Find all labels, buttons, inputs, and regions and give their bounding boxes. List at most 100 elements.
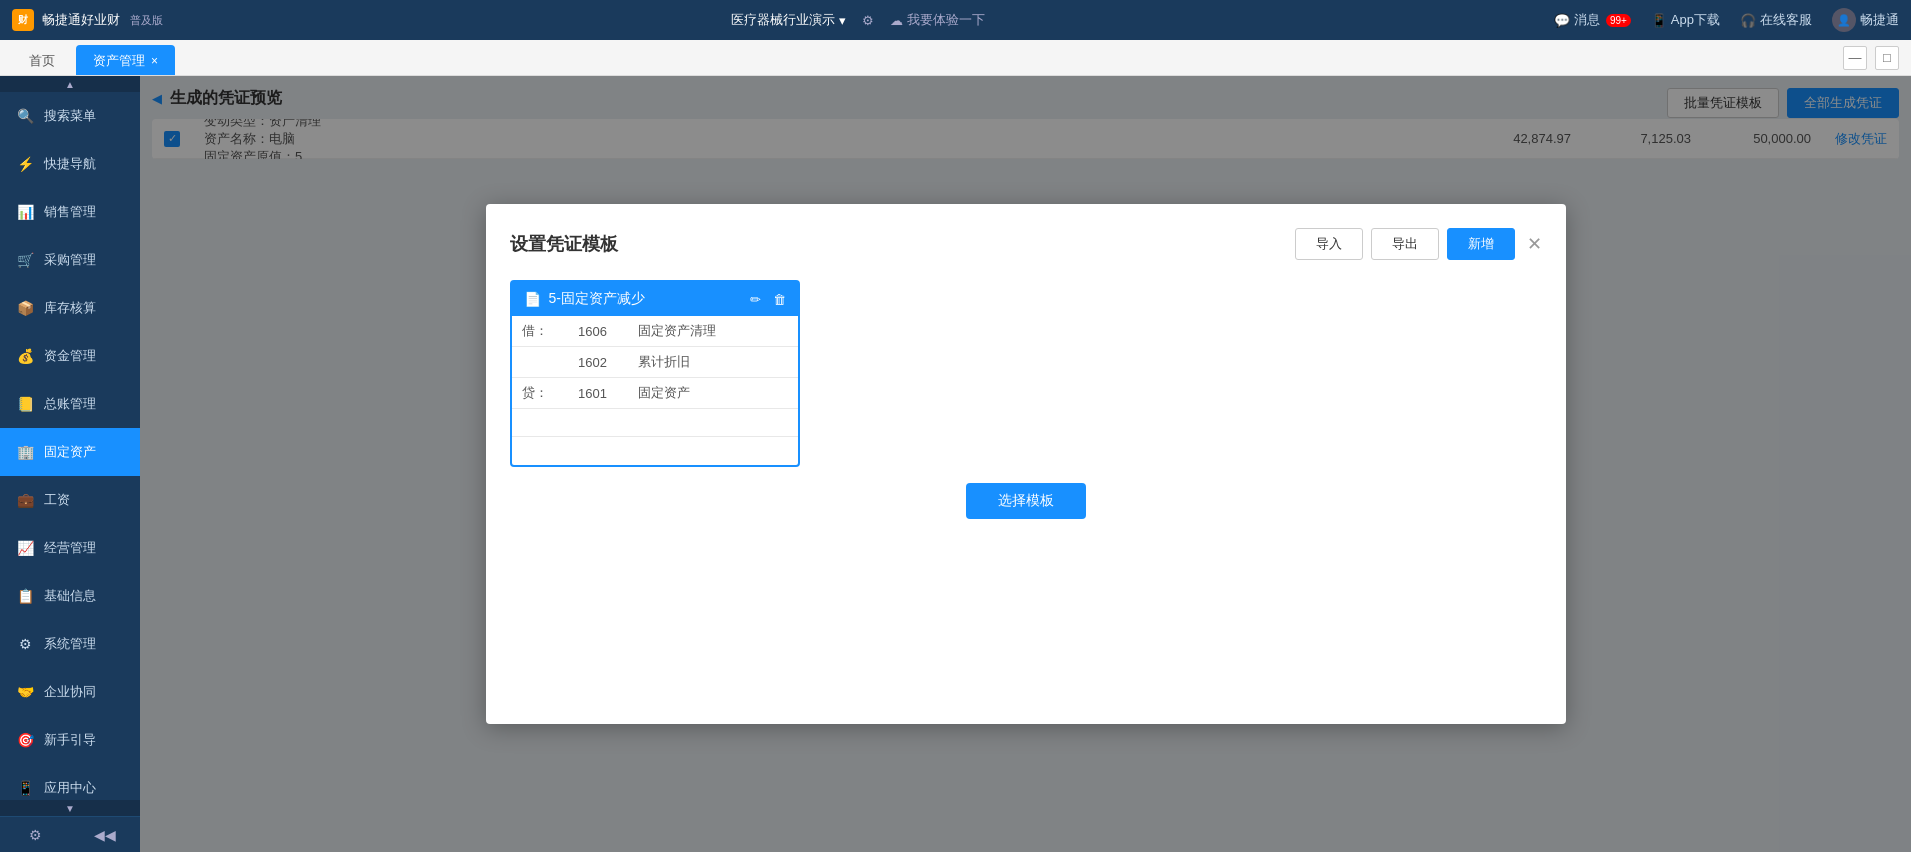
version-badge: 普及版	[130, 13, 163, 28]
entry-debit-2	[748, 347, 773, 378]
trial-label: 我要体验一下	[907, 11, 985, 29]
payroll-icon: 💼	[16, 491, 34, 509]
template-empty-row	[512, 409, 798, 437]
message-icon: 💬	[1554, 13, 1570, 28]
template-empty-row	[512, 437, 798, 465]
window-maximize-button[interactable]: □	[1875, 46, 1899, 70]
sidebar-item-basic-info-label: 基础信息	[44, 587, 96, 605]
ledger-icon: 📒	[16, 395, 34, 413]
app-center-icon: 📱	[16, 779, 34, 797]
template-card-title-area: 📄 5-固定资产减少	[524, 290, 645, 308]
sidebar-item-guide[interactable]: 🎯 新手引导	[0, 716, 140, 764]
app-download-label: App下载	[1671, 11, 1720, 29]
company-selector[interactable]: 医疗器械行业演示 ▾	[731, 11, 846, 29]
sidebar-items: 🔍 搜索菜单 ⚡ 快捷导航 📊 销售管理 🛒 采购管理 📦 库存核算 💰	[0, 92, 140, 800]
online-service-button[interactable]: 🎧 在线客服	[1740, 11, 1812, 29]
headset-icon: 🎧	[1740, 13, 1756, 28]
template-card-actions: ✏ 🗑	[750, 292, 786, 307]
modal-close-button[interactable]: ✕	[1527, 233, 1542, 255]
entry-side-2	[512, 347, 568, 378]
sales-icon: 📊	[16, 203, 34, 221]
tab-close-icon[interactable]: ×	[151, 54, 158, 68]
template-document-icon: 📄	[524, 291, 541, 307]
sidebar-item-finance-label: 资金管理	[44, 347, 96, 365]
template-entry-row: 贷： 1601 固定资产	[512, 378, 798, 409]
entry-debit-1	[748, 316, 773, 347]
sidebar-item-fixed-assets-label: 固定资产	[44, 443, 96, 461]
sidebar-item-operations[interactable]: 📈 经营管理	[0, 524, 140, 572]
export-button[interactable]: 导出	[1371, 228, 1439, 260]
sidebar-item-purchase[interactable]: 🛒 采购管理	[0, 236, 140, 284]
sidebar-scroll-up[interactable]: ▲	[0, 76, 140, 92]
tab-home-label: 首页	[29, 52, 55, 70]
template-entries-table: 借： 1606 固定资产清理 1602 累计折旧	[512, 316, 798, 465]
messages-label: 消息	[1574, 11, 1600, 29]
sidebar-settings-button[interactable]: ⚙	[0, 817, 70, 852]
avatar: 👤	[1832, 8, 1856, 32]
sidebar-item-app-center-label: 应用中心	[44, 779, 96, 797]
template-card-header: 📄 5-固定资产减少 ✏ 🗑	[512, 282, 798, 316]
sidebar-item-app-center[interactable]: 📱 应用中心	[0, 764, 140, 800]
main-layout: ▲ 🔍 搜索菜单 ⚡ 快捷导航 📊 销售管理 🛒 采购管理 📦 库存核算	[0, 76, 1911, 852]
inventory-icon: 📦	[16, 299, 34, 317]
sidebar-item-operations-label: 经营管理	[44, 539, 96, 557]
sidebar: ▲ 🔍 搜索菜单 ⚡ 快捷导航 📊 销售管理 🛒 采购管理 📦 库存核算	[0, 76, 140, 852]
guide-icon: 🎯	[16, 731, 34, 749]
window-minimize-button[interactable]: —	[1843, 46, 1867, 70]
sidebar-item-finance[interactable]: 💰 资金管理	[0, 332, 140, 380]
tab-home[interactable]: 首页	[12, 45, 72, 75]
sidebar-item-system-label: 系统管理	[44, 635, 96, 653]
select-template-area: 选择模板	[510, 483, 1542, 519]
template-entry-row: 借： 1606 固定资产清理	[512, 316, 798, 347]
sidebar-item-ledger[interactable]: 📒 总账管理	[0, 380, 140, 428]
sidebar-collapse-button[interactable]: ◀◀	[70, 817, 140, 852]
sidebar-item-sales[interactable]: 📊 销售管理	[0, 188, 140, 236]
sidebar-item-quick-nav-label: 快捷导航	[44, 155, 96, 173]
sidebar-item-payroll-label: 工资	[44, 491, 70, 509]
modal-action-buttons: 导入 导出 新增	[1295, 228, 1515, 260]
basic-info-icon: 📋	[16, 587, 34, 605]
template-card: 📄 5-固定资产减少 ✏ 🗑 借： 1606 固定资产清理	[510, 280, 800, 467]
phone-icon: 📱	[1651, 13, 1667, 28]
select-template-button[interactable]: 选择模板	[966, 483, 1086, 519]
sidebar-scroll-down[interactable]: ▼	[0, 800, 140, 816]
tab-asset-management[interactable]: 资产管理 ×	[76, 45, 175, 75]
messages-button[interactable]: 💬 消息 99+	[1554, 11, 1631, 29]
logo-icon: 财	[12, 9, 34, 31]
app-name: 畅捷通好业财	[42, 11, 120, 29]
system-icon: ⚙	[16, 635, 34, 653]
sidebar-item-quick-nav[interactable]: ⚡ 快捷导航	[0, 140, 140, 188]
template-edit-icon[interactable]: ✏	[750, 292, 761, 307]
sidebar-item-system[interactable]: ⚙ 系统管理	[0, 620, 140, 668]
chevron-down-icon: ▾	[839, 13, 846, 28]
template-delete-icon[interactable]: 🗑	[773, 292, 786, 307]
header-left: 财 畅捷通好业财 普及版	[12, 9, 163, 31]
tab-asset-label: 资产管理	[93, 52, 145, 70]
sidebar-item-payroll[interactable]: 💼 工资	[0, 476, 140, 524]
app-download-button[interactable]: 📱 App下载	[1651, 11, 1720, 29]
entry-name-2: 累计折旧	[628, 347, 748, 378]
header-right: 💬 消息 99+ 📱 App下载 🎧 在线客服 👤 畅捷通	[1554, 8, 1899, 32]
user-menu[interactable]: 👤 畅捷通	[1832, 8, 1899, 32]
sidebar-item-basic-info[interactable]: 📋 基础信息	[0, 572, 140, 620]
modal-title-row: 设置凭证模板 导入 导出 新增 ✕	[510, 228, 1542, 260]
new-template-button[interactable]: 新增	[1447, 228, 1515, 260]
sidebar-item-purchase-label: 采购管理	[44, 251, 96, 269]
modal-top-right: 导入 导出 新增 ✕	[1295, 228, 1542, 260]
sidebar-item-fixed-assets[interactable]: 🏢 固定资产	[0, 428, 140, 476]
template-card-label: 5-固定资产减少	[549, 290, 645, 308]
sidebar-item-enterprise-label: 企业协同	[44, 683, 96, 701]
enterprise-icon: 🤝	[16, 683, 34, 701]
header-center: 医疗器械行业演示 ▾ ⚙ ☁ 我要体验一下	[731, 11, 985, 29]
sidebar-item-inventory[interactable]: 📦 库存核算	[0, 284, 140, 332]
tab-bar-right: — □	[1843, 46, 1899, 70]
trial-button[interactable]: ☁ 我要体验一下	[890, 11, 985, 29]
entry-name-3: 固定资产	[628, 378, 748, 409]
messages-badge: 99+	[1606, 14, 1631, 27]
settings-icon[interactable]: ⚙	[862, 13, 874, 28]
sidebar-item-search[interactable]: 🔍 搜索菜单	[0, 92, 140, 140]
sidebar-item-enterprise[interactable]: 🤝 企业协同	[0, 668, 140, 716]
entry-code-1: 1606	[568, 316, 628, 347]
import-button[interactable]: 导入	[1295, 228, 1363, 260]
entry-credit-1	[773, 316, 798, 347]
